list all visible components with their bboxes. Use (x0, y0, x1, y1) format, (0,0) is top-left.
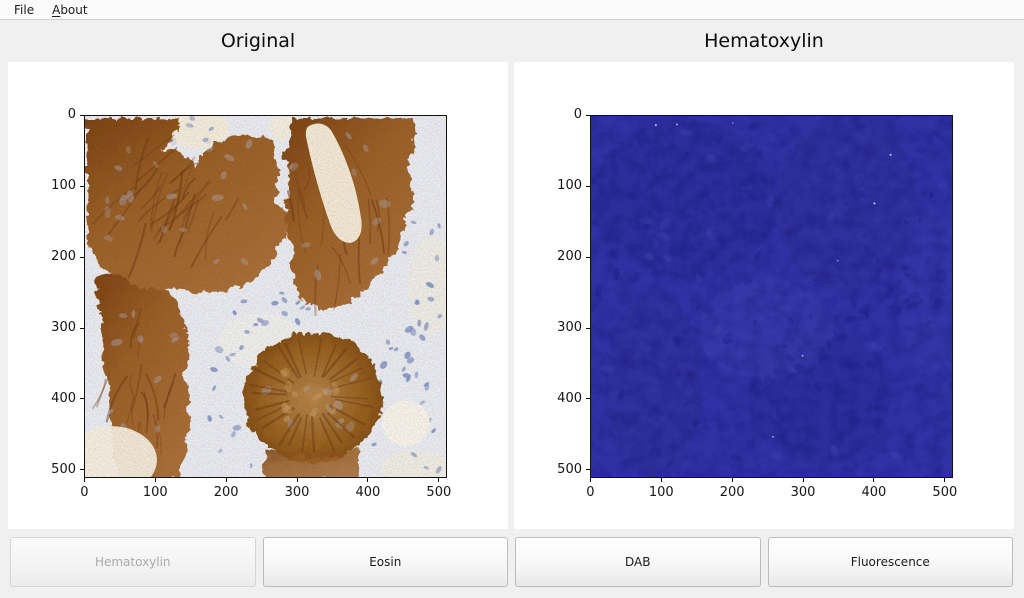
hematoxylin-image (591, 116, 952, 477)
y-tick (586, 469, 590, 471)
y-tick-label: 100 (51, 178, 76, 194)
x-tick-label: 0 (80, 485, 89, 500)
x-tick-label: 400 (355, 485, 381, 500)
original-panel-title: Original (220, 30, 296, 52)
y-tick-label: 500 (557, 461, 582, 477)
y-tick (80, 185, 84, 187)
y-tick-label: 200 (51, 249, 76, 265)
y-tick (586, 114, 590, 116)
x-tick (802, 478, 804, 482)
x-tick-label: 100 (142, 485, 168, 500)
y-tick (80, 114, 84, 116)
original-panel: 0 100 200 300 400 500 0 100 200 300 400 500 (8, 62, 508, 529)
x-tick-label: 500 (426, 485, 452, 500)
fluorescence-button[interactable]: Fluorescence (767, 537, 1013, 587)
x-tick (731, 478, 733, 482)
y-tick-label: 500 (51, 461, 76, 477)
original-image (85, 116, 446, 477)
original-plot (84, 115, 447, 478)
x-tick-label: 200 (719, 485, 745, 500)
y-tick-label: 300 (557, 320, 582, 336)
y-tick-label: 300 (51, 320, 76, 336)
y-tick-label: 400 (51, 390, 76, 406)
x-tick (296, 478, 298, 482)
x-tick-label: 200 (213, 485, 239, 500)
eosin-button[interactable]: Eosin (262, 537, 508, 587)
x-tick (83, 478, 85, 482)
x-tick-label: 300 (284, 485, 310, 500)
hematoxylin-panel: 0 100 200 300 400 500 0 100 200 300 400 500 (514, 62, 1014, 529)
hema-grain-texture (591, 116, 952, 477)
x-tick (438, 478, 440, 482)
x-tick-label: 0 (586, 485, 595, 500)
x-tick (944, 478, 946, 482)
x-tick (225, 478, 227, 482)
y-tick (586, 398, 590, 400)
stain-button-row: Hematoxylin Eosin DAB Fluorescence (10, 537, 1013, 587)
x-tick-label: 300 (790, 485, 816, 500)
y-tick (80, 256, 84, 258)
y-tick-label: 100 (557, 178, 582, 194)
x-tick (660, 478, 662, 482)
menu-file[interactable]: File (8, 1, 40, 19)
y-tick (80, 469, 84, 471)
hematoxylin-button[interactable]: Hematoxylin (10, 537, 256, 587)
y-tick-label: 200 (557, 249, 582, 265)
y-tick (80, 398, 84, 400)
x-tick-label: 500 (932, 485, 958, 500)
x-tick (589, 478, 591, 482)
x-tick (154, 478, 156, 482)
menubar: File About (0, 0, 1024, 20)
y-tick-label: 0 (573, 107, 582, 123)
x-tick (873, 478, 875, 482)
y-tick (586, 327, 590, 329)
hematoxylin-plot (590, 115, 953, 478)
ihc-grain-texture (85, 116, 446, 477)
x-tick-label: 100 (648, 485, 674, 500)
menu-about-rest: bout (60, 2, 88, 17)
y-tick (80, 327, 84, 329)
x-tick (367, 478, 369, 482)
x-tick-label: 400 (861, 485, 887, 500)
y-tick (586, 185, 590, 187)
hematoxylin-panel-title: Hematoxylin (704, 30, 824, 52)
dab-button[interactable]: DAB (515, 537, 761, 587)
y-tick-label: 0 (67, 107, 76, 123)
menu-about[interactable]: About (46, 1, 94, 19)
y-tick-label: 400 (557, 390, 582, 406)
y-tick (586, 256, 590, 258)
